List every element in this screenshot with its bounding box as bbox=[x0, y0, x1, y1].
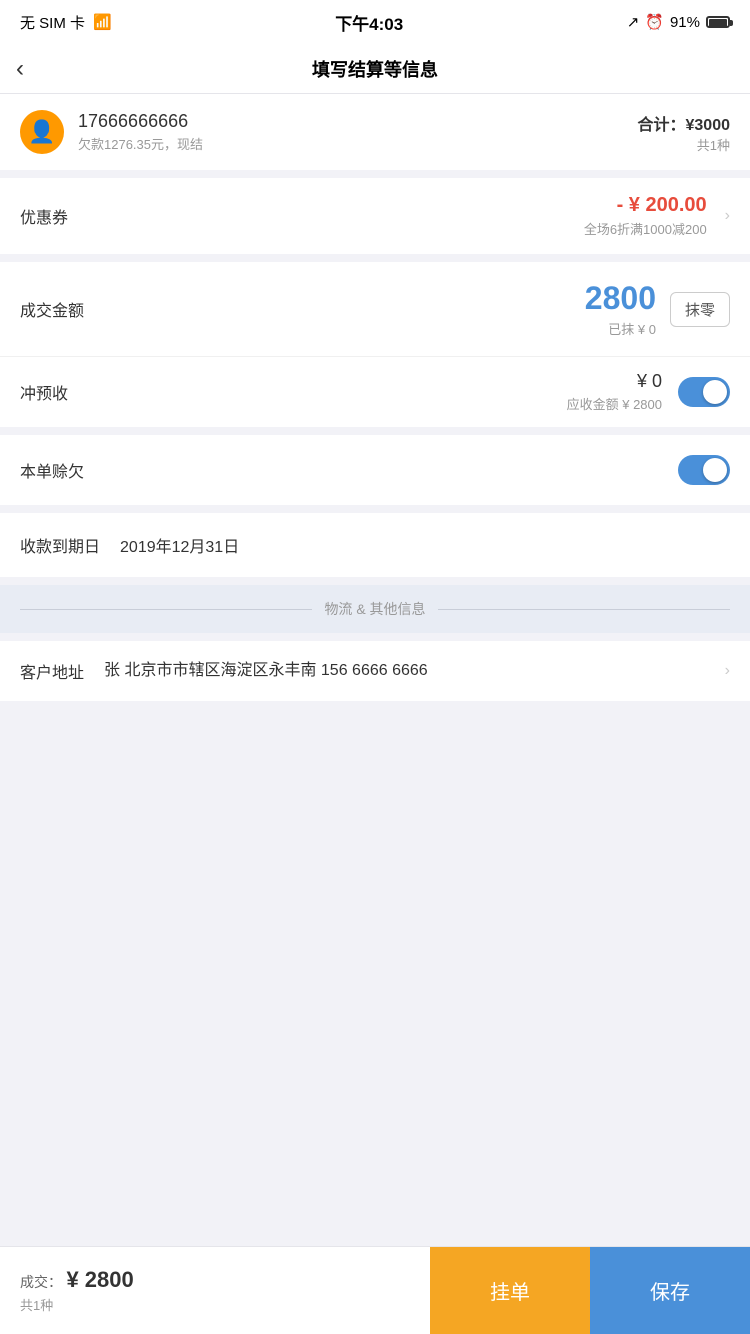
hang-order-label: 挂单 bbox=[490, 1276, 530, 1305]
amount-label: 成交金额 bbox=[20, 297, 84, 321]
amount-row: 成交金额 2800 已抹 ¥ 0 抹零 bbox=[0, 262, 750, 357]
precharge-sub: 应收金额 ¥ 2800 bbox=[567, 394, 662, 413]
battery-icon bbox=[706, 16, 730, 28]
avatar-icon: 👤 bbox=[28, 119, 55, 145]
avatar: 👤 bbox=[20, 110, 64, 154]
status-left: 无 SIM 卡 📶 bbox=[20, 12, 112, 33]
debt-row: 本单赊欠 bbox=[20, 435, 730, 505]
alarm-icon: ⏰ bbox=[645, 13, 664, 31]
debt-toggle-knob bbox=[703, 458, 727, 482]
customer-total: 合计：¥3000 bbox=[638, 111, 731, 135]
duedate-section: 收款到期日 2019年12月31日 bbox=[0, 513, 750, 577]
coupon-sub: 全场6折满1000减200 bbox=[584, 219, 707, 238]
amount-section: 成交金额 2800 已抹 ¥ 0 抹零 冲预收 ¥ 0 应收金额 ¥ 2800 bbox=[0, 262, 750, 427]
customer-right: 合计：¥3000 共1种 bbox=[638, 111, 731, 154]
precharge-label: 冲预收 bbox=[20, 380, 68, 404]
bottom-summary-label: 成交： bbox=[20, 1274, 62, 1290]
status-right: ↗ ⏰ 91% bbox=[627, 13, 730, 31]
coupon-chevron: › bbox=[725, 207, 730, 225]
save-button[interactable]: 保存 bbox=[590, 1247, 750, 1334]
main-content: 👤 17666666666 欠款1276.35元，现结 合计：¥3000 共1种… bbox=[0, 94, 750, 809]
amount-col: 2800 已抹 ¥ 0 bbox=[585, 280, 656, 338]
debt-section: 本单赊欠 bbox=[0, 435, 750, 505]
precharge-main: ¥ 0 bbox=[567, 371, 662, 392]
wifi-icon: 📶 bbox=[93, 13, 112, 31]
address-label: 客户地址 bbox=[20, 659, 84, 683]
coupon-row[interactable]: 优惠券 - ¥ 200.00 全场6折满1000减200 › bbox=[0, 178, 750, 254]
save-label: 保存 bbox=[650, 1276, 690, 1305]
customer-info: 17666666666 欠款1276.35元，现结 bbox=[78, 111, 203, 153]
duedate-row: 收款到期日 2019年12月31日 bbox=[20, 513, 730, 577]
precharge-values: ¥ 0 应收金额 ¥ 2800 bbox=[567, 371, 662, 413]
battery-percent: 91% bbox=[670, 14, 700, 31]
amount-right: 2800 已抹 ¥ 0 抹零 bbox=[585, 280, 730, 338]
precharge-row: 冲预收 ¥ 0 应收金额 ¥ 2800 bbox=[0, 357, 750, 427]
nav-title: 填写结算等信息 bbox=[312, 56, 438, 82]
location-icon: ↗ bbox=[627, 13, 640, 31]
coupon-right: - ¥ 200.00 全场6折满1000减200 › bbox=[584, 194, 730, 238]
precharge-toggle[interactable] bbox=[678, 377, 730, 407]
coupon-value: - ¥ 200.00 bbox=[584, 194, 707, 217]
address-chevron: › bbox=[725, 662, 730, 680]
bottom-summary-count: 共1种 bbox=[20, 1295, 410, 1314]
coupon-value-wrapper: - ¥ 200.00 全场6折满1000减200 bbox=[584, 194, 707, 238]
customer-card: 👤 17666666666 欠款1276.35元，现结 合计：¥3000 共1种 bbox=[0, 94, 750, 170]
bottom-label-row: 成交： ¥ 2800 bbox=[20, 1267, 410, 1293]
amount-value: 2800 bbox=[585, 280, 656, 317]
bottom-bar: 成交： ¥ 2800 共1种 挂单 保存 bbox=[0, 1246, 750, 1334]
hang-order-button[interactable]: 挂单 bbox=[430, 1247, 590, 1334]
coupon-label: 优惠券 bbox=[20, 204, 68, 228]
customer-left: 👤 17666666666 欠款1276.35元，现结 bbox=[20, 110, 203, 154]
precharge-right: ¥ 0 应收金额 ¥ 2800 bbox=[567, 371, 730, 413]
divider-right bbox=[438, 609, 730, 610]
divider-left bbox=[20, 609, 312, 610]
status-time: 下午4:03 bbox=[335, 10, 403, 35]
amount-sub: 已抹 ¥ 0 bbox=[585, 319, 656, 338]
customer-sub: 欠款1276.35元，现结 bbox=[78, 134, 203, 153]
status-bar: 无 SIM 卡 📶 下午4:03 ↗ ⏰ 91% bbox=[0, 0, 750, 44]
divider-text: 物流 & 其他信息 bbox=[324, 599, 425, 619]
address-row[interactable]: 客户地址 张 北京市市辖区海淀区永丰南 156 6666 6666 › bbox=[20, 641, 730, 701]
address-section: 客户地址 张 北京市市辖区海淀区永丰南 156 6666 6666 › bbox=[0, 641, 750, 701]
back-button[interactable]: ‹ bbox=[16, 55, 24, 83]
address-value: 张 北京市市辖区海淀区永丰南 156 6666 6666 bbox=[104, 659, 719, 683]
duedate-label: 收款到期日 bbox=[20, 533, 100, 557]
divider-section: 物流 & 其他信息 bbox=[0, 585, 750, 633]
bottom-summary-amount: ¥ 2800 bbox=[66, 1267, 133, 1292]
customer-count: 共1种 bbox=[638, 135, 731, 154]
round-button[interactable]: 抹零 bbox=[670, 292, 730, 327]
customer-phone: 17666666666 bbox=[78, 111, 203, 132]
toggle-knob bbox=[703, 380, 727, 404]
debt-toggle[interactable] bbox=[678, 455, 730, 485]
coupon-section: 优惠券 - ¥ 200.00 全场6折满1000减200 › bbox=[0, 178, 750, 254]
sim-label: 无 SIM 卡 bbox=[20, 12, 85, 33]
back-chevron: ‹ bbox=[16, 55, 24, 83]
duedate-value: 2019年12月31日 bbox=[120, 533, 239, 557]
bottom-summary: 成交： ¥ 2800 共1种 bbox=[0, 1267, 430, 1314]
debt-label: 本单赊欠 bbox=[20, 458, 84, 482]
nav-bar: ‹ 填写结算等信息 bbox=[0, 44, 750, 94]
